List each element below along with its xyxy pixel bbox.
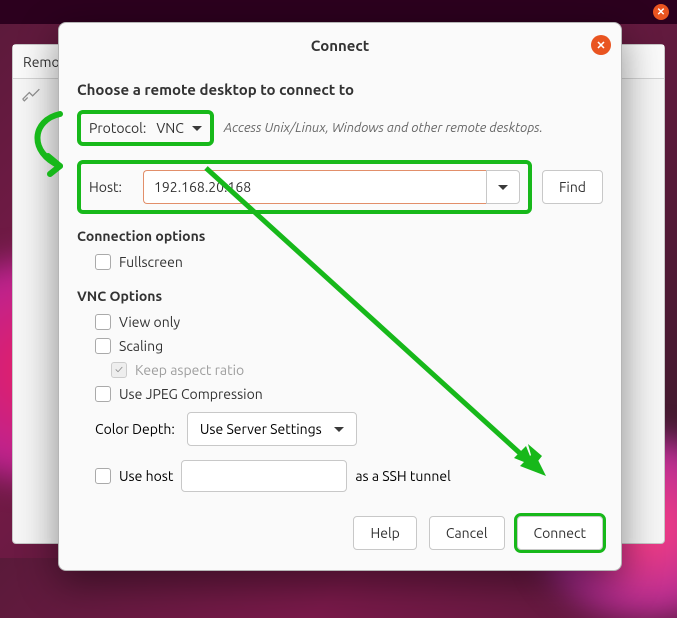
- chevron-down-icon: [334, 427, 344, 432]
- jpeg-label: Use JPEG Compression: [119, 386, 263, 402]
- usehost-label: Use host: [119, 468, 173, 484]
- dialog-close-button[interactable]: ✕: [591, 35, 611, 55]
- protocol-hint: Access Unix/Linux, Windows and other rem…: [224, 121, 543, 135]
- host-input[interactable]: [143, 170, 486, 204]
- colordepth-value: Use Server Settings: [200, 421, 322, 437]
- jpeg-checkbox[interactable]: [95, 386, 111, 402]
- ssh-suffix-label: as a SSH tunnel: [355, 468, 450, 484]
- ssh-host-input[interactable]: [181, 460, 347, 492]
- host-region: Host:: [77, 160, 532, 214]
- colordepth-select[interactable]: Use Server Settings: [187, 412, 357, 446]
- protocol-dropdown[interactable]: VNC: [156, 120, 201, 136]
- cancel-button[interactable]: Cancel: [429, 516, 505, 550]
- connect-dialog: Connect ✕ Choose a remote desktop to con…: [58, 22, 622, 571]
- scaling-checkbox[interactable]: [95, 338, 111, 354]
- vnc-options-heading: VNC Options: [77, 288, 603, 304]
- scaling-label: Scaling: [119, 338, 163, 354]
- dialog-title: Connect: [311, 37, 370, 54]
- app-toolbar-icon[interactable]: [21, 87, 41, 103]
- find-button[interactable]: Find: [542, 170, 603, 204]
- fullscreen-label: Fullscreen: [119, 254, 183, 270]
- host-label: Host:: [89, 179, 135, 195]
- chevron-down-icon: [498, 185, 508, 190]
- connection-options-heading: Connection options: [77, 228, 603, 244]
- host-history-dropdown[interactable]: [486, 170, 520, 204]
- fullscreen-checkbox[interactable]: [95, 254, 111, 270]
- viewonly-checkbox[interactable]: [95, 314, 111, 330]
- protocol-value: VNC: [156, 120, 183, 136]
- protocol-label: Protocol:: [89, 120, 146, 136]
- desktop-topbar: ✕: [0, 0, 677, 24]
- keepaspect-label: Keep aspect ratio: [135, 362, 244, 378]
- window-close-icon[interactable]: ✕: [653, 4, 669, 20]
- keepaspect-checkbox: ✓: [111, 362, 127, 378]
- help-button[interactable]: Help: [353, 516, 416, 550]
- protocol-region: Protocol: VNC: [77, 110, 214, 146]
- dialog-titlebar: Connect ✕: [59, 23, 621, 67]
- connect-button[interactable]: Connect: [517, 516, 604, 550]
- chevron-down-icon: [192, 126, 202, 131]
- viewonly-label: View only: [119, 314, 180, 330]
- section-heading: Choose a remote desktop to connect to: [77, 81, 603, 98]
- usehost-checkbox[interactable]: [95, 468, 111, 484]
- colordepth-label: Color Depth:: [95, 421, 175, 437]
